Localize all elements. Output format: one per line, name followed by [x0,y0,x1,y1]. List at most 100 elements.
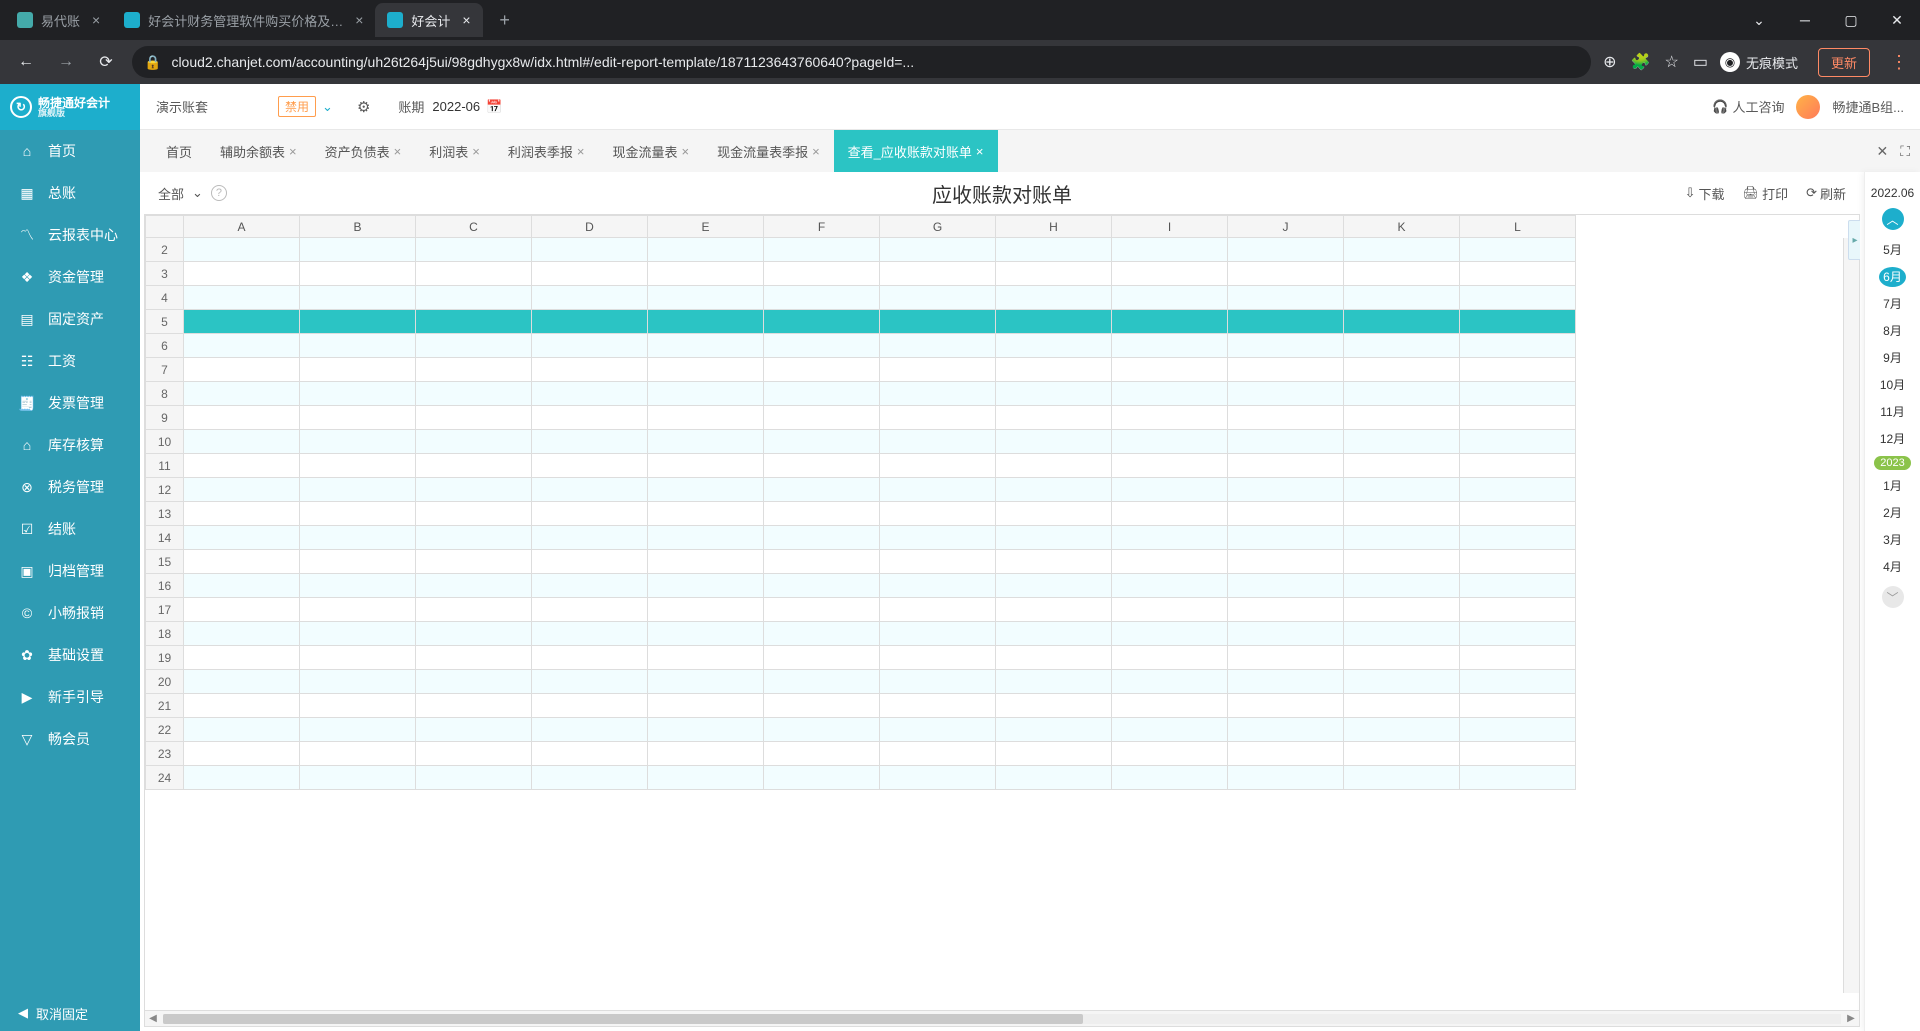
cell-J22[interactable] [1228,718,1344,742]
row-header-24[interactable]: 24 [146,766,184,790]
page-tab-3[interactable]: 利润表× [415,130,494,172]
row-header-2[interactable]: 2 [146,238,184,262]
print-button[interactable]: 🖨打印 [1743,184,1789,203]
cell-C23[interactable] [416,742,532,766]
close-icon[interactable]: × [681,144,689,159]
close-icon[interactable]: × [472,144,480,159]
cell-G12[interactable] [880,478,996,502]
close-icon[interactable]: × [577,144,585,159]
scroll-left-icon[interactable]: ◀ [145,1013,161,1024]
cell-H14[interactable] [996,526,1112,550]
cell-D15[interactable] [532,550,648,574]
cell-F16[interactable] [764,574,880,598]
cell-A23[interactable] [184,742,300,766]
cell-J19[interactable] [1228,646,1344,670]
cell-K4[interactable] [1344,286,1460,310]
cell-K9[interactable] [1344,406,1460,430]
cell-J8[interactable] [1228,382,1344,406]
cell-A19[interactable] [184,646,300,670]
cell-E12[interactable] [648,478,764,502]
cell-E14[interactable] [648,526,764,550]
cell-B18[interactable] [300,622,416,646]
cell-C20[interactable] [416,670,532,694]
cell-K18[interactable] [1344,622,1460,646]
cell-E11[interactable] [648,454,764,478]
cell-B17[interactable] [300,598,416,622]
cell-D12[interactable] [532,478,648,502]
cell-E13[interactable] [648,502,764,526]
cell-G15[interactable] [880,550,996,574]
cell-D20[interactable] [532,670,648,694]
cell-E15[interactable] [648,550,764,574]
cell-D18[interactable] [532,622,648,646]
maximize-icon[interactable]: ▢ [1828,0,1874,40]
cell-F13[interactable] [764,502,880,526]
cell-B24[interactable] [300,766,416,790]
cell-K20[interactable] [1344,670,1460,694]
row-header-16[interactable]: 16 [146,574,184,598]
cell-A9[interactable] [184,406,300,430]
cell-G13[interactable] [880,502,996,526]
cell-B23[interactable] [300,742,416,766]
cell-C6[interactable] [416,334,532,358]
cell-I3[interactable] [1112,262,1228,286]
close-icon[interactable]: × [289,144,297,159]
row-header-7[interactable]: 7 [146,358,184,382]
cell-L20[interactable] [1460,670,1576,694]
cell-B11[interactable] [300,454,416,478]
cell-H10[interactable] [996,430,1112,454]
avatar[interactable] [1796,95,1820,119]
cell-H16[interactable] [996,574,1112,598]
cell-C3[interactable] [416,262,532,286]
extension-icon[interactable]: 🧩 [1631,52,1651,72]
cell-L16[interactable] [1460,574,1576,598]
cell-K19[interactable] [1344,646,1460,670]
cell-B4[interactable] [300,286,416,310]
close-window-icon[interactable]: ✕ [1874,0,1920,40]
cell-C7[interactable] [416,358,532,382]
cell-A22[interactable] [184,718,300,742]
cell-A18[interactable] [184,622,300,646]
cell-J2[interactable] [1228,238,1344,262]
cell-D7[interactable] [532,358,648,382]
cell-H2[interactable] [996,238,1112,262]
reader-icon[interactable]: ▭ [1693,52,1708,72]
row-header-6[interactable]: 6 [146,334,184,358]
cell-C19[interactable] [416,646,532,670]
cell-B12[interactable] [300,478,416,502]
month-item-next-3月[interactable]: 3月 [1883,526,1902,553]
cell-D21[interactable] [532,694,648,718]
cell-F10[interactable] [764,430,880,454]
cell-J18[interactable] [1228,622,1344,646]
cell-E23[interactable] [648,742,764,766]
cell-D5[interactable] [532,310,648,334]
cell-J7[interactable] [1228,358,1344,382]
cell-I20[interactable] [1112,670,1228,694]
cell-G4[interactable] [880,286,996,310]
page-tab-1[interactable]: 辅助余额表× [206,130,311,172]
scroll-thumb[interactable] [163,1014,1083,1024]
cell-F4[interactable] [764,286,880,310]
row-header-9[interactable]: 9 [146,406,184,430]
cell-J24[interactable] [1228,766,1344,790]
download-button[interactable]: ⇩下载 [1685,184,1725,203]
cell-I15[interactable] [1112,550,1228,574]
cell-I12[interactable] [1112,478,1228,502]
cell-A12[interactable] [184,478,300,502]
cell-D14[interactable] [532,526,648,550]
cell-A11[interactable] [184,454,300,478]
row-header-19[interactable]: 19 [146,646,184,670]
sidebar-unpin-button[interactable]: ◀ 取消固定 [0,995,140,1031]
cell-L2[interactable] [1460,238,1576,262]
row-header-11[interactable]: 11 [146,454,184,478]
close-icon[interactable]: × [92,12,100,28]
cell-K24[interactable] [1344,766,1460,790]
cell-J17[interactable] [1228,598,1344,622]
row-header-18[interactable]: 18 [146,622,184,646]
cell-E18[interactable] [648,622,764,646]
cell-B16[interactable] [300,574,416,598]
cell-G17[interactable] [880,598,996,622]
col-header-B[interactable]: B [300,216,416,238]
cell-I22[interactable] [1112,718,1228,742]
cell-F3[interactable] [764,262,880,286]
